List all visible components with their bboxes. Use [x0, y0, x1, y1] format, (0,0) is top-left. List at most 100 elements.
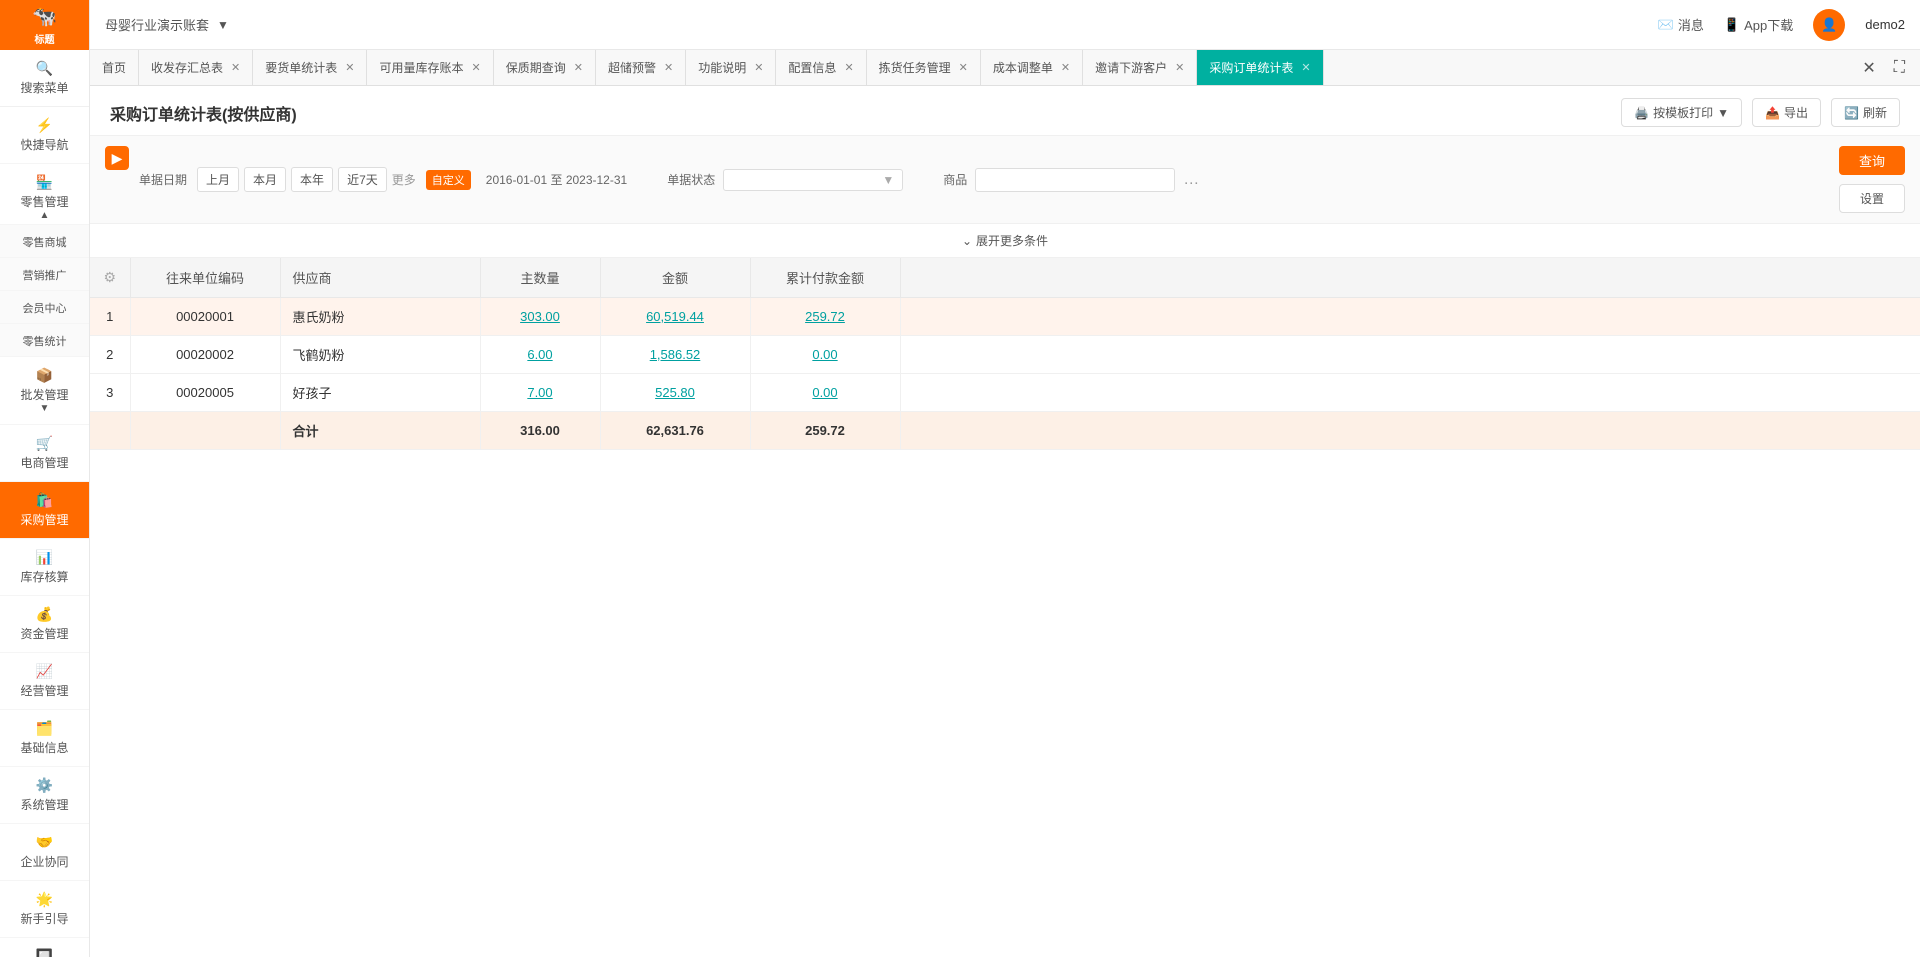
filter-row1: 单据日期 上月 本月 本年 近7天 更多 自定义 2016-01-01 至 20… [139, 146, 1905, 213]
sidebar-item-marketing[interactable]: 营销推广 [0, 258, 89, 291]
main-content: 采购订单统计表(按供应商) 🖨️ 按模板打印 ▼ 📤 导出 🔄 刷新 ▶ [90, 86, 1920, 957]
print-icon: 🖨️ [1634, 106, 1649, 120]
tab-keyong[interactable]: 可用量库存账本 ✕ [367, 50, 493, 86]
tab-gongneng[interactable]: 功能说明 ✕ [686, 50, 776, 86]
avatar[interactable]: 👤 [1813, 9, 1845, 41]
tab-close-caigou[interactable]: ✕ [1301, 61, 1310, 74]
tab-gongneng-label: 功能说明 [698, 59, 746, 76]
tab-chaochuyujing[interactable]: 超储预警 ✕ [596, 50, 686, 86]
date-7days[interactable]: 近7天 [338, 167, 387, 192]
tab-yaohuo[interactable]: 要货单统计表 ✕ [253, 50, 367, 86]
col-settings: ⚙ [90, 258, 130, 298]
paid-link-1[interactable]: 259.72 [805, 309, 845, 324]
cell-supplier-1: 惠氏奶粉 [280, 298, 480, 336]
settings-button[interactable]: 设置 [1839, 184, 1905, 213]
sidebar-item-retail[interactable]: 🏪 零售管理 ▲ [0, 164, 89, 225]
tab-home[interactable]: 首页 [90, 50, 139, 86]
tab-maximize-button[interactable]: ⛶ [1889, 57, 1910, 79]
username-label[interactable]: demo2 [1865, 17, 1905, 32]
filter-toggle-button[interactable]: ▶ [105, 146, 129, 170]
tab-close-all-button[interactable]: ✕ [1857, 56, 1880, 80]
date-this-year[interactable]: 本年 [291, 167, 333, 192]
sidebar-item-retail-stat[interactable]: 零售统计 [0, 324, 89, 357]
sidebar-item-ops[interactable]: 📈 经营管理 [0, 653, 89, 710]
export-button[interactable]: 📤 导出 [1752, 98, 1821, 127]
expand-more-button[interactable]: ⌄ 展开更多条件 [90, 224, 1920, 258]
sidebar-item-collab[interactable]: 🤝 企业协同 [0, 824, 89, 881]
selector-chevron-icon: ▼ [217, 18, 229, 32]
account-selector[interactable]: 母婴行业演示账套 ▼ [105, 15, 229, 34]
sidebar-item-inventory[interactable]: 📊 库存核算 [0, 539, 89, 596]
sidebar-item-member[interactable]: 会员中心 [0, 291, 89, 324]
tab-caigou[interactable]: 采购订单统计表 ✕ [1197, 50, 1323, 86]
tab-shoufa[interactable]: 收发存汇总表 ✕ [139, 50, 253, 86]
sidebar-item-finance[interactable]: 💰 资金管理 [0, 596, 89, 653]
sidebar-item-retail-shop[interactable]: 零售商城 [0, 225, 89, 258]
tab-close-shoufa[interactable]: ✕ [231, 61, 240, 74]
amount-link-1[interactable]: 60,519.44 [646, 309, 704, 324]
sidebar-item-appstore[interactable]: 🔲 应用中心 [0, 938, 89, 957]
date-more-button[interactable]: 更多 [392, 171, 416, 188]
message-button[interactable]: ✉️ 消息 [1658, 15, 1704, 34]
qty-link-2[interactable]: 6.00 [527, 347, 552, 362]
amount-link-2[interactable]: 1,586.52 [650, 347, 701, 362]
table-footer-row: 合计 316.00 62,631.76 259.72 [90, 412, 1920, 450]
tab-close-yaohuo[interactable]: ✕ [345, 61, 354, 74]
app-label: App下载 [1744, 15, 1793, 34]
cell-paid-3: 0.00 [750, 374, 900, 412]
cell-num-2: 2 [90, 336, 130, 374]
goods-input[interactable] [975, 168, 1175, 192]
cell-code-2: 00020002 [130, 336, 280, 374]
tab-chengben-label: 成本调整单 [993, 59, 1053, 76]
sidebar-item-newbie[interactable]: 🌟 新手引导 [0, 881, 89, 938]
amount-link-3[interactable]: 525.80 [655, 385, 695, 400]
tab-pinhuo[interactable]: 拣货任务管理 ✕ [867, 50, 981, 86]
filter-row-main: ▶ 单据日期 上月 本月 本年 近7天 更多 自定义 2016-01-01 至 … [105, 146, 1905, 213]
tab-pinhuo-label: 拣货任务管理 [879, 59, 951, 76]
tab-baozhiqi[interactable]: 保质期查询 ✕ [494, 50, 596, 86]
tab-close-chaochuyujing[interactable]: ✕ [664, 61, 673, 74]
paid-link-3[interactable]: 0.00 [812, 385, 837, 400]
tab-close-pinhuo[interactable]: ✕ [959, 61, 968, 74]
sidebar-item-purchase[interactable]: 🛍️ 采购管理 [0, 482, 89, 539]
table-row: 3 00020005 好孩子 7.00 525.80 0.00 [90, 374, 1920, 412]
status-select[interactable]: ▼ [723, 169, 903, 191]
table-header-row: ⚙ 往来单位编码 供应商 主数量 金额 累计付款金额 [90, 258, 1920, 298]
tab-close-peizhi[interactable]: ✕ [844, 61, 853, 74]
sidebar-item-basic[interactable]: 🗂️ 基础信息 [0, 710, 89, 767]
date-last-month[interactable]: 上月 [197, 167, 239, 192]
print-button[interactable]: 🖨️ 按模板打印 ▼ [1621, 98, 1742, 127]
sidebar-item-ecom[interactable]: 🛒 电商管理 [0, 425, 89, 482]
tab-close-keyong[interactable]: ✕ [472, 61, 481, 74]
goods-more-icon[interactable]: … [1183, 171, 1199, 189]
refresh-button[interactable]: 🔄 刷新 [1831, 98, 1900, 127]
qty-link-1[interactable]: 303.00 [520, 309, 560, 324]
table-settings-icon[interactable]: ⚙ [103, 269, 116, 285]
date-this-month[interactable]: 本月 [244, 167, 286, 192]
tab-chaochuyujing-label: 超储预警 [608, 59, 656, 76]
tab-close-gongneng[interactable]: ✕ [754, 61, 763, 74]
tab-close-chengben[interactable]: ✕ [1061, 61, 1070, 74]
tab-yaoqing[interactable]: 邀请下游客户 ✕ [1083, 50, 1197, 86]
sidebar-item-system[interactable]: ⚙️ 系统管理 [0, 767, 89, 824]
qty-link-3[interactable]: 7.00 [527, 385, 552, 400]
sidebar-item-pifa[interactable]: 📦 批发管理 ▼ [0, 357, 89, 425]
sidebar: 🐄 标题 🔍 搜索菜单 ⚡ 快捷导航 🏪 零售管理 ▲ 零售商城 营销推广 会员… [0, 0, 90, 957]
tab-close-yaoqing[interactable]: ✕ [1175, 61, 1184, 74]
app-download-button[interactable]: 📱 App下载 [1724, 15, 1793, 34]
status-label: 单据状态 [667, 171, 715, 188]
print-chevron-icon: ▼ [1717, 106, 1729, 120]
cell-extra-2 [900, 336, 1920, 374]
tab-close-baozhiqi[interactable]: ✕ [574, 61, 583, 74]
table-container: ⚙ 往来单位编码 供应商 主数量 金额 累计付款金额 1 00020001 惠氏… [90, 258, 1920, 450]
export-icon: 📤 [1765, 106, 1780, 120]
sidebar-item-search[interactable]: 🔍 搜索菜单 [0, 50, 89, 107]
footer-qty: 316.00 [480, 412, 600, 450]
sidebar-item-quicknav[interactable]: ⚡ 快捷导航 [0, 107, 89, 164]
query-button[interactable]: 查询 [1839, 146, 1905, 175]
tab-chengben[interactable]: 成本调整单 ✕ [981, 50, 1083, 86]
logo-text: 标题 [35, 31, 55, 46]
filter-bar: ▶ 单据日期 上月 本月 本年 近7天 更多 自定义 2016-01-01 至 … [90, 136, 1920, 224]
tab-peizhi[interactable]: 配置信息 ✕ [776, 50, 866, 86]
paid-link-2[interactable]: 0.00 [812, 347, 837, 362]
